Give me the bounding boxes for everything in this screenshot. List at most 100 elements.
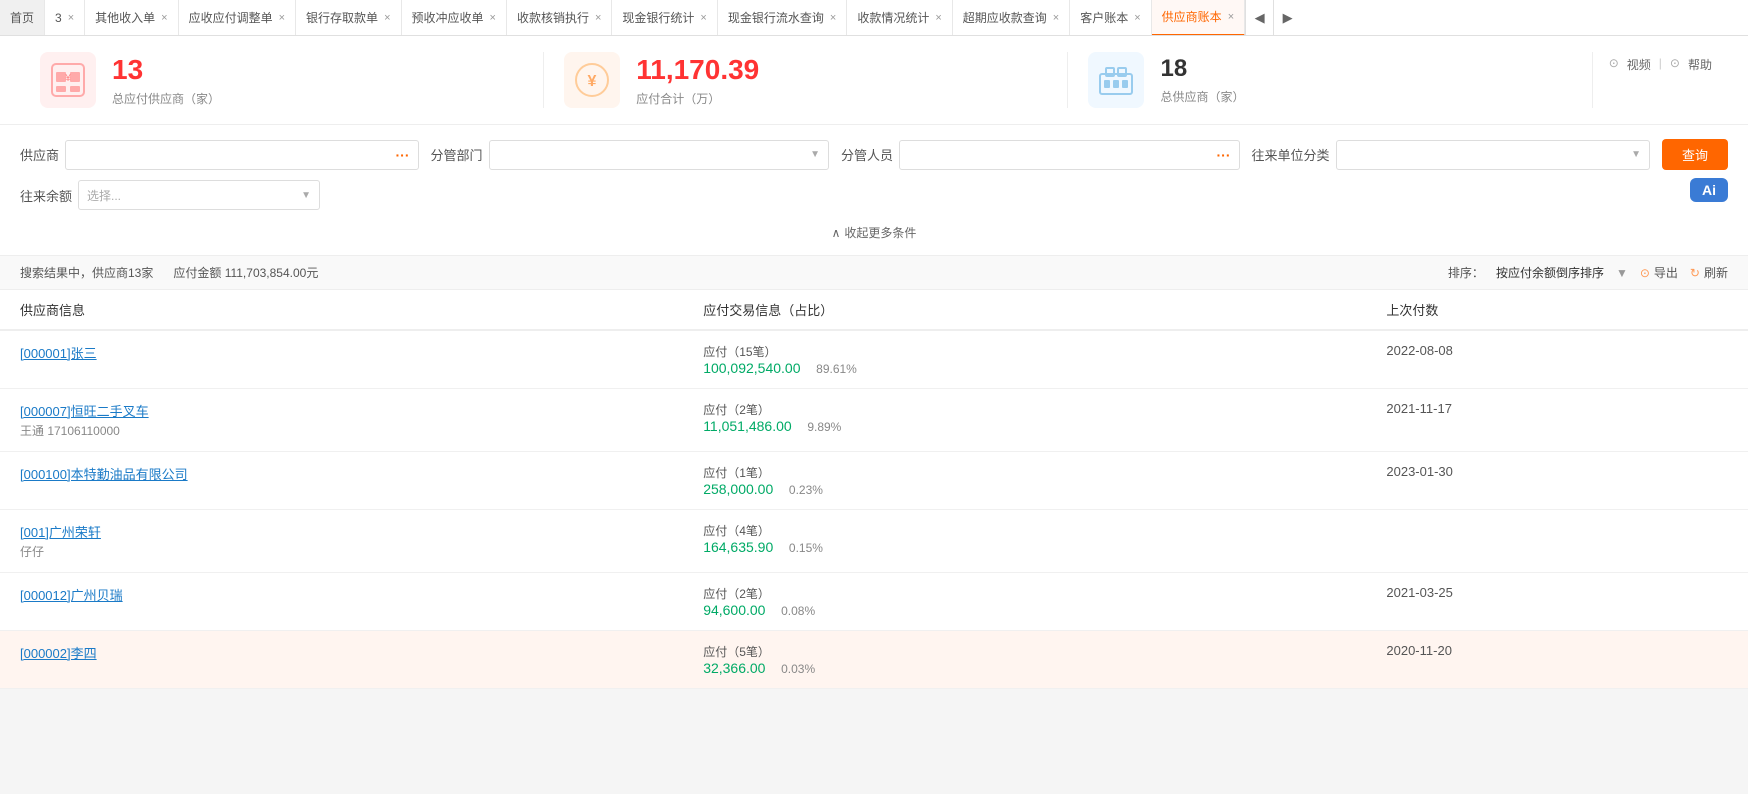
close-icon[interactable]: × <box>595 12 601 24</box>
supplier-input[interactable]: ··· <box>65 140 418 170</box>
category-input[interactable]: ▼ <box>1336 140 1650 170</box>
total-suppliers-icon <box>1088 52 1144 108</box>
top-right-links: ⊙ 视频 | ⊙ 帮助 Ai <box>1593 52 1728 108</box>
filter-dept-label: 分管部门 <box>431 145 483 164</box>
transaction-pct: 0.08% <box>781 604 815 618</box>
close-icon[interactable]: × <box>1228 11 1234 23</box>
last-pay-date: 2020-11-20 <box>1386 643 1728 658</box>
supplier-info-cell: [000012]广州贝瑞 <box>20 585 703 606</box>
transaction-pct: 89.61% <box>816 362 857 376</box>
nav-tab-supplier-ledger[interactable]: 供应商账本 × <box>1152 0 1245 36</box>
nav-tab-collection-stats[interactable]: 收款情况统计 × <box>847 0 952 36</box>
nav-tab-bank-deposit[interactable]: 银行存取款单 × <box>296 0 401 36</box>
results-info: 搜索结果中，供应商13家 应付金额 111,703,854.00元 <box>20 264 318 281</box>
video-link[interactable]: 视频 <box>1627 56 1651 73</box>
nav-tab-customer-ledger[interactable]: 客户账本 × <box>1070 0 1151 36</box>
transaction-pct: 0.15% <box>789 541 823 555</box>
close-icon[interactable]: × <box>384 12 390 24</box>
close-icon[interactable]: × <box>1134 12 1140 24</box>
help-link[interactable]: 帮助 <box>1688 56 1712 73</box>
sort-label: 排序： <box>1448 264 1484 281</box>
summary-card-total-payable: ¥ 11,170.39 应付合计（万） <box>544 52 1068 108</box>
sort-value[interactable]: 按应付余额倒序排序 <box>1496 264 1604 281</box>
supplier-sub: 王通 17106110000 <box>20 422 703 439</box>
summary-card1-text: 13 总应付供应商（家） <box>112 53 220 108</box>
supplier-link[interactable]: [000012]广州贝瑞 <box>20 585 703 604</box>
nav-tab-collection-verify[interactable]: 收款核销执行 × <box>507 0 612 36</box>
nav-tab-ar-ap-adjust[interactable]: 应收应付调整单 × <box>179 0 296 36</box>
summary-card-payable-suppliers: ¥ 13 总应付供应商（家） <box>20 52 544 108</box>
nav-tab-home[interactable]: 首页 <box>0 0 45 36</box>
summary-card3-number: 18 <box>1160 55 1244 84</box>
ai-badge[interactable]: Ai <box>1690 178 1728 202</box>
transaction-cell: 应付（4笔） 164,635.90 0.15% <box>703 522 1386 555</box>
close-icon[interactable]: × <box>490 12 496 24</box>
filter-balance-label: 往来余额 <box>20 186 72 205</box>
close-icon[interactable]: × <box>68 12 74 24</box>
close-icon[interactable]: × <box>279 12 285 24</box>
filter-balance: 往来余额 选择... ▼ <box>20 180 320 210</box>
person-input[interactable]: ··· <box>899 140 1239 170</box>
collapse-button[interactable]: ∧ 收起更多条件 <box>832 224 917 241</box>
transaction-label: 应付（2笔） <box>703 401 1386 418</box>
close-icon[interactable]: × <box>935 12 941 24</box>
nav-tab-3[interactable]: 3 × <box>45 0 85 36</box>
svg-text:¥: ¥ <box>64 73 71 84</box>
summary-card1-number: 13 <box>112 53 220 87</box>
summary-card3-label: 总供应商（家） <box>1160 88 1244 105</box>
supplier-link[interactable]: [001]广州荣轩 <box>20 522 703 541</box>
close-icon[interactable]: × <box>1053 12 1059 24</box>
transaction-pct: 9.89% <box>807 420 841 434</box>
transaction-label: 应付（5笔） <box>703 643 1386 660</box>
nav-tab-advance-receive[interactable]: 预收冲应收单 × <box>402 0 507 36</box>
supplier-link[interactable]: [000007]恒旺二手叉车 <box>20 401 703 420</box>
supplier-sub: 仔仔 <box>20 543 703 560</box>
refresh-button[interactable]: ↻ 刷新 <box>1690 264 1728 281</box>
table-row: [001]广州荣轩 仔仔 应付（4笔） 164,635.90 0.15% <box>0 510 1748 573</box>
transaction-cell: 应付（1笔） 258,000.00 0.23% <box>703 464 1386 497</box>
transaction-amount: 94,600.00 <box>703 602 765 618</box>
supplier-link[interactable]: [000001]张三 <box>20 343 703 362</box>
transaction-amount: 258,000.00 <box>703 481 773 497</box>
summary-card3-text: 18 总供应商（家） <box>1160 55 1244 105</box>
filter-supplier: 供应商 ··· <box>20 140 419 170</box>
filter-supplier-label: 供应商 <box>20 145 59 164</box>
supplier-info-cell: [000007]恒旺二手叉车 王通 17106110000 <box>20 401 703 439</box>
filter-category-label: 往来单位分类 <box>1252 145 1330 164</box>
transaction-amount: 32,366.00 <box>703 660 765 676</box>
results-bar: 搜索结果中，供应商13家 应付金额 111,703,854.00元 排序： 按应… <box>0 256 1748 290</box>
supplier-link[interactable]: [000002]李四 <box>20 643 703 662</box>
query-button[interactable]: 查询 <box>1662 139 1728 170</box>
export-button[interactable]: ⊙ 导出 <box>1640 264 1678 281</box>
transaction-label: 应付（15笔） <box>703 343 1386 360</box>
nav-tab-cash-bank-stats[interactable]: 现金银行统计 × <box>612 0 717 36</box>
filter-person-label: 分管人员 <box>841 145 893 164</box>
transaction-label: 应付（2笔） <box>703 585 1386 602</box>
supplier-info-cell: [000002]李四 <box>20 643 703 664</box>
last-pay-date: 2022-08-08 <box>1386 343 1728 358</box>
dept-input[interactable]: ▼ <box>489 140 829 170</box>
summary-card1-label: 总应付供应商（家） <box>112 90 220 107</box>
svg-text:¥: ¥ <box>588 73 597 90</box>
nav-tab-other-income[interactable]: 其他收入单 × <box>85 0 178 36</box>
transaction-amount: 100,092,540.00 <box>703 360 800 376</box>
col-header-transaction: 应付交易信息（占比） <box>703 300 1386 319</box>
close-icon[interactable]: × <box>830 12 836 24</box>
supplier-link[interactable]: [000100]本特勤油品有限公司 <box>20 464 703 483</box>
nav-tab-cash-bank-flow[interactable]: 现金银行流水查询 × <box>718 0 847 36</box>
last-pay-date: 2023-01-30 <box>1386 464 1728 479</box>
close-icon[interactable]: × <box>700 12 706 24</box>
transaction-cell: 应付（2笔） 94,600.00 0.08% <box>703 585 1386 618</box>
supplier-info-cell: [001]广州荣轩 仔仔 <box>20 522 703 560</box>
summary-card2-number: 11,170.39 <box>636 53 759 87</box>
help-icon: ⊙ <box>1670 56 1680 70</box>
nav-tab-overdue-ar[interactable]: 超期应收款查询 × <box>953 0 1070 36</box>
close-icon[interactable]: × <box>161 12 167 24</box>
nav-next-arrow[interactable]: ▶ <box>1273 0 1301 36</box>
supplier-table: 供应商信息 应付交易信息（占比） 上次付数 [000001]张三 应付（15笔）… <box>0 290 1748 689</box>
summary-card2-label: 应付合计（万） <box>636 90 759 107</box>
transaction-pct: 0.03% <box>781 662 815 676</box>
nav-prev-arrow[interactable]: ◀ <box>1245 0 1273 36</box>
filter-row-2: 往来余额 选择... ▼ <box>20 180 1728 210</box>
balance-input[interactable]: 选择... ▼ <box>78 180 320 210</box>
